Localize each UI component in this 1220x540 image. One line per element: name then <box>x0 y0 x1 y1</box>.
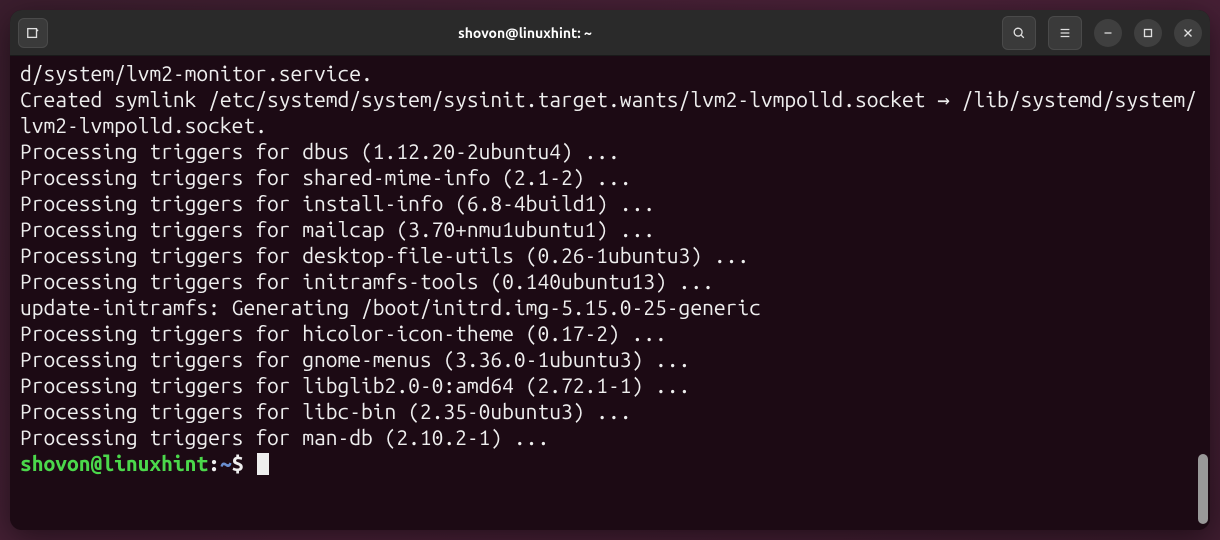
terminal-line: Processing triggers for man-db (2.10.2-1… <box>20 425 549 449</box>
minimize-icon <box>1101 26 1115 40</box>
search-button[interactable] <box>1002 16 1036 50</box>
titlebar-right <box>1002 16 1202 50</box>
prompt-colon: : <box>208 451 220 475</box>
terminal-line: Created symlink /etc/systemd/system/sysi… <box>20 87 1197 137</box>
terminal-line: Processing triggers for initramfs-tools … <box>20 269 714 293</box>
prompt-user-host: shovon@linuxhint <box>20 451 208 475</box>
prompt-symbol: $ <box>232 451 244 475</box>
search-icon <box>1012 26 1026 40</box>
hamburger-menu-button[interactable] <box>1048 16 1082 50</box>
scrollbar-thumb[interactable] <box>1198 454 1208 524</box>
new-tab-icon <box>26 26 40 40</box>
maximize-button[interactable] <box>1134 19 1162 47</box>
terminal-line: Processing triggers for dbus (1.12.20-2u… <box>20 139 620 163</box>
terminal-line: Processing triggers for desktop-file-uti… <box>20 243 749 267</box>
terminal-line: Processing triggers for libglib2.0-0:amd… <box>20 373 690 397</box>
hamburger-icon <box>1058 26 1072 40</box>
terminal-line: Processing triggers for gnome-menus (3.3… <box>20 347 690 371</box>
terminal-output[interactable]: d/system/lvm2-monitor.service. Created s… <box>10 56 1210 530</box>
prompt-path: ~ <box>220 451 232 475</box>
window-title: shovon@linuxhint: ~ <box>48 25 1002 41</box>
terminal-line: Processing triggers for mailcap (3.70+nm… <box>20 217 655 241</box>
terminal-line: Processing triggers for shared-mime-info… <box>20 165 632 189</box>
close-button[interactable] <box>1174 19 1202 47</box>
titlebar-left <box>18 18 48 48</box>
terminal-line: Processing triggers for libc-bin (2.35-0… <box>20 399 632 423</box>
terminal-line: d/system/lvm2-monitor.service. <box>20 61 373 85</box>
maximize-icon <box>1141 26 1155 40</box>
scrollbar-track[interactable] <box>1196 58 1208 526</box>
close-icon <box>1181 26 1195 40</box>
terminal-line: Processing triggers for hicolor-icon-the… <box>20 321 667 345</box>
cursor <box>257 453 269 475</box>
titlebar: shovon@linuxhint: ~ <box>10 10 1210 56</box>
terminal-line: update-initramfs: Generating /boot/initr… <box>20 295 761 319</box>
minimize-button[interactable] <box>1094 19 1122 47</box>
new-tab-button[interactable] <box>18 18 48 48</box>
terminal-line: Processing triggers for install-info (6.… <box>20 191 655 215</box>
terminal-window: shovon@linuxhint: ~ <box>10 10 1210 530</box>
